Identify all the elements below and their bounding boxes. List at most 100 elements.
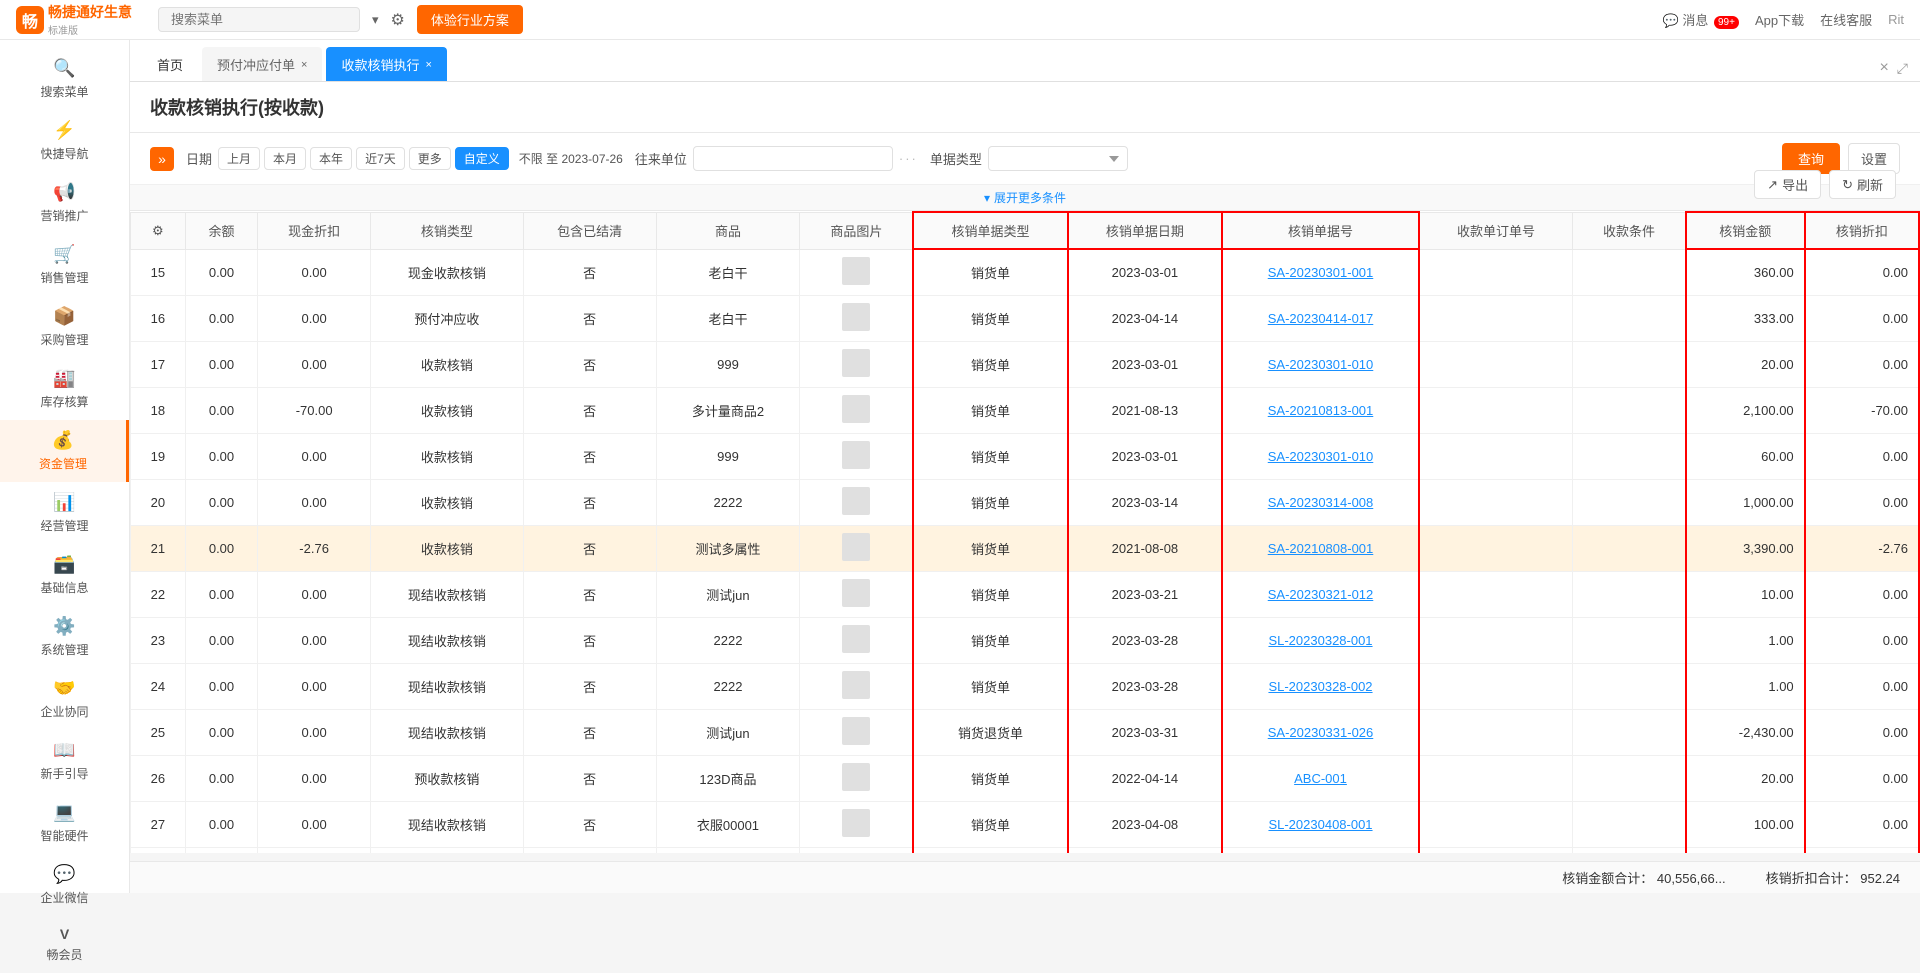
voucher-no-link[interactable]: SA-20230301-001 [1268,265,1374,280]
sidebar-item-system[interactable]: ⚙️ 系统管理 [0,606,129,668]
cancel-amount-total-label: 核销金额合计： [1562,871,1653,886]
cell-product-image [800,663,913,709]
partner-label: 往来单位 [635,149,687,168]
date-btn-custom[interactable]: 自定义 [455,147,509,170]
voucher-no-link[interactable]: SA-20230414-017 [1268,311,1374,326]
date-btn-this-month[interactable]: 本月 [264,147,306,170]
voucher-no-link[interactable]: SL-20230328-001 [1268,633,1372,648]
voucher-no-link[interactable]: SA-20230321-012 [1268,587,1374,602]
cell-cancel-type: 收款核销 [370,433,523,479]
app-logo: 畅 畅捷通好生意 标准版 [16,2,146,37]
sidebar-item-guide[interactable]: 📖 新手引导 [0,730,129,792]
cell-balance: 0.00 [185,755,258,801]
date-btn-7days[interactable]: 近7天 [356,147,405,170]
voucher-no-link[interactable]: SA-20230301-010 [1268,357,1374,372]
cell-include-cleared: 否 [523,433,656,479]
date-btn-this-year[interactable]: 本年 [310,147,352,170]
cell-cancel-discount: 0.00 [1805,341,1919,387]
export-btn[interactable]: ↗ 导出 [1754,170,1821,199]
page-header: 收款核销执行(按收款) [130,82,1920,133]
cancel-discount-total: 核销折扣合计： 952.24 [1766,868,1900,887]
voucher-no-link[interactable]: SA-20230314-008 [1268,495,1374,510]
cell-cancel-voucher-no[interactable]: SA-20230314-008 [1222,479,1419,525]
sidebar-item-purchase[interactable]: 📦 采购管理 [0,296,129,358]
tab-receipt-cancel[interactable]: 收款核销执行 × [326,47,446,81]
industry-solution-btn[interactable]: 体验行业方案 [417,5,523,34]
voucher-no-link[interactable]: SA-20230331-026 [1268,725,1374,740]
expand-more-btn[interactable]: ▾ 展开更多条件 [984,189,1066,206]
tab-maximize-icon[interactable]: ⤢ [1897,60,1908,77]
sidebar-item-collab[interactable]: 🤝 企业协同 [0,668,129,730]
voucher-no-link[interactable]: SA-20210813-001 [1268,403,1374,418]
cell-cancel-voucher-type: 销货单 [913,801,1067,847]
sidebar-item-sales[interactable]: 🛒 销售管理 [0,234,129,296]
tab-receipt-cancel-close[interactable]: × [425,59,431,71]
user-avatar[interactable]: Rit [1888,12,1904,27]
cell-product: 999 [656,341,800,387]
cell-cancel-voucher-no[interactable]: SA-20230321-012 [1222,571,1419,617]
table-row: 15 0.00 0.00 现金收款核销 否 老白干 销货单 2023-03-01… [131,249,1920,295]
cell-receipt-condition [1572,755,1685,801]
cell-cancel-voucher-no[interactable]: SA-20230414-017 [1222,295,1419,341]
refresh-btn[interactable]: ↻ 刷新 [1829,170,1896,199]
cell-cancel-voucher-no[interactable]: SL-20230408-001 [1222,801,1419,847]
cell-cancel-voucher-no[interactable]: SL-20230328-001 [1222,617,1419,663]
table-footer: 核销金额合计： 40,556,66... 核销折扣合计： 952.24 [130,861,1920,893]
voucher-no-link[interactable]: SL-20230408-001 [1268,817,1372,832]
finance-icon: 💰 [52,430,74,451]
sidebar-label-wechat: 企业微信 [40,889,88,906]
messages-area[interactable]: 💬 消息 99+ [1663,10,1739,29]
cell-cancel-voucher-no[interactable]: SA-20230301-010 [1222,341,1419,387]
app-download-link[interactable]: App下载 [1755,10,1804,29]
sidebar-label-marketing: 营销推广 [40,207,88,224]
sidebar-item-business[interactable]: 📊 经营管理 [0,482,129,544]
sidebar-item-base[interactable]: 🗃️ 基础信息 [0,544,129,606]
cell-cancel-discount: 0.00 [1805,617,1919,663]
online-support-link[interactable]: 在线客服 [1820,10,1872,29]
voucher-no-link[interactable]: ABC-001 [1294,771,1347,786]
date-btn-last-month[interactable]: 上月 [218,147,260,170]
table-row: 26 0.00 0.00 预收款核销 否 123D商品 销货单 2022-04-… [131,755,1920,801]
tab-prepay-label: 预付冲应付单 [217,55,295,74]
search-input[interactable] [158,7,360,32]
voucher-type-select[interactable] [988,146,1128,171]
sidebar-item-member[interactable]: V 畅会员 [0,916,129,973]
voucher-no-link[interactable]: SL-20230328-002 [1268,679,1372,694]
partner-input[interactable] [693,146,893,171]
tab-home[interactable]: 首页 [142,47,198,81]
cell-cancel-voucher-no[interactable]: SL-20230328-002 [1222,663,1419,709]
sidebar-item-shortcut[interactable]: ⚡ 快捷导航 [0,110,129,172]
tab-close-all-icon[interactable]: × [1879,59,1888,77]
voucher-no-link[interactable]: SA-20230301-010 [1268,449,1374,464]
cell-cancel-voucher-no[interactable]: SA-20210813-001 [1222,387,1419,433]
expand-chevron-icon: ▾ [984,191,990,205]
sidebar-item-search[interactable]: 🔍 搜索菜单 [0,48,129,110]
gear-icon[interactable]: ⚙ [391,10,405,30]
scrollbar-area[interactable] [130,853,1920,861]
voucher-no-link[interactable]: SA-20210808-001 [1268,541,1374,556]
dropdown-btn[interactable]: ▾ [372,12,379,28]
sidebar-item-wechat[interactable]: 💬 企业微信 [0,854,129,916]
sidebar-item-finance[interactable]: 💰 资金管理 [0,420,129,482]
col-settings-header[interactable]: ⚙ [131,212,186,249]
sidebar-item-inventory[interactable]: 🏭 库存核算 [0,358,129,420]
sidebar-label-collab: 企业协同 [40,703,88,720]
sidebar-item-marketing[interactable]: 📢 营销推广 [0,172,129,234]
cell-cancel-voucher-no[interactable]: SA-20210808-001 [1222,525,1419,571]
cell-cancel-discount: 0.00 [1805,571,1919,617]
expand-btn[interactable]: » [150,147,174,171]
cell-cancel-voucher-no[interactable]: ABC-001 [1222,755,1419,801]
cell-cancel-amount: 1,000.00 [1686,479,1805,525]
cell-cancel-voucher-no[interactable]: SA-20230301-010 [1222,433,1419,479]
cell-cancel-voucher-no[interactable]: SA-20230301-001 [1222,249,1419,295]
sidebar: 🔍 搜索菜单 ⚡ 快捷导航 📢 营销推广 🛒 销售管理 📦 采购管理 🏭 库存核… [0,40,130,893]
data-table-container: ⚙ 余额 现金折扣 核销类型 包含已结清 商品 商品图片 核销单据类型 核销单据… [130,211,1920,853]
tab-prepay-close[interactable]: × [301,59,307,71]
sidebar-label-base: 基础信息 [40,579,88,596]
cell-receipt-order-no [1419,755,1573,801]
sidebar-item-hardware[interactable]: 💻 智能硬件 [0,792,129,854]
cell-cancel-voucher-no[interactable]: SA-20230331-026 [1222,709,1419,755]
tab-prepay[interactable]: 预付冲应付单 × [202,47,322,81]
date-btn-more[interactable]: 更多 [409,147,451,170]
cell-cancel-type: 收款核销 [370,479,523,525]
